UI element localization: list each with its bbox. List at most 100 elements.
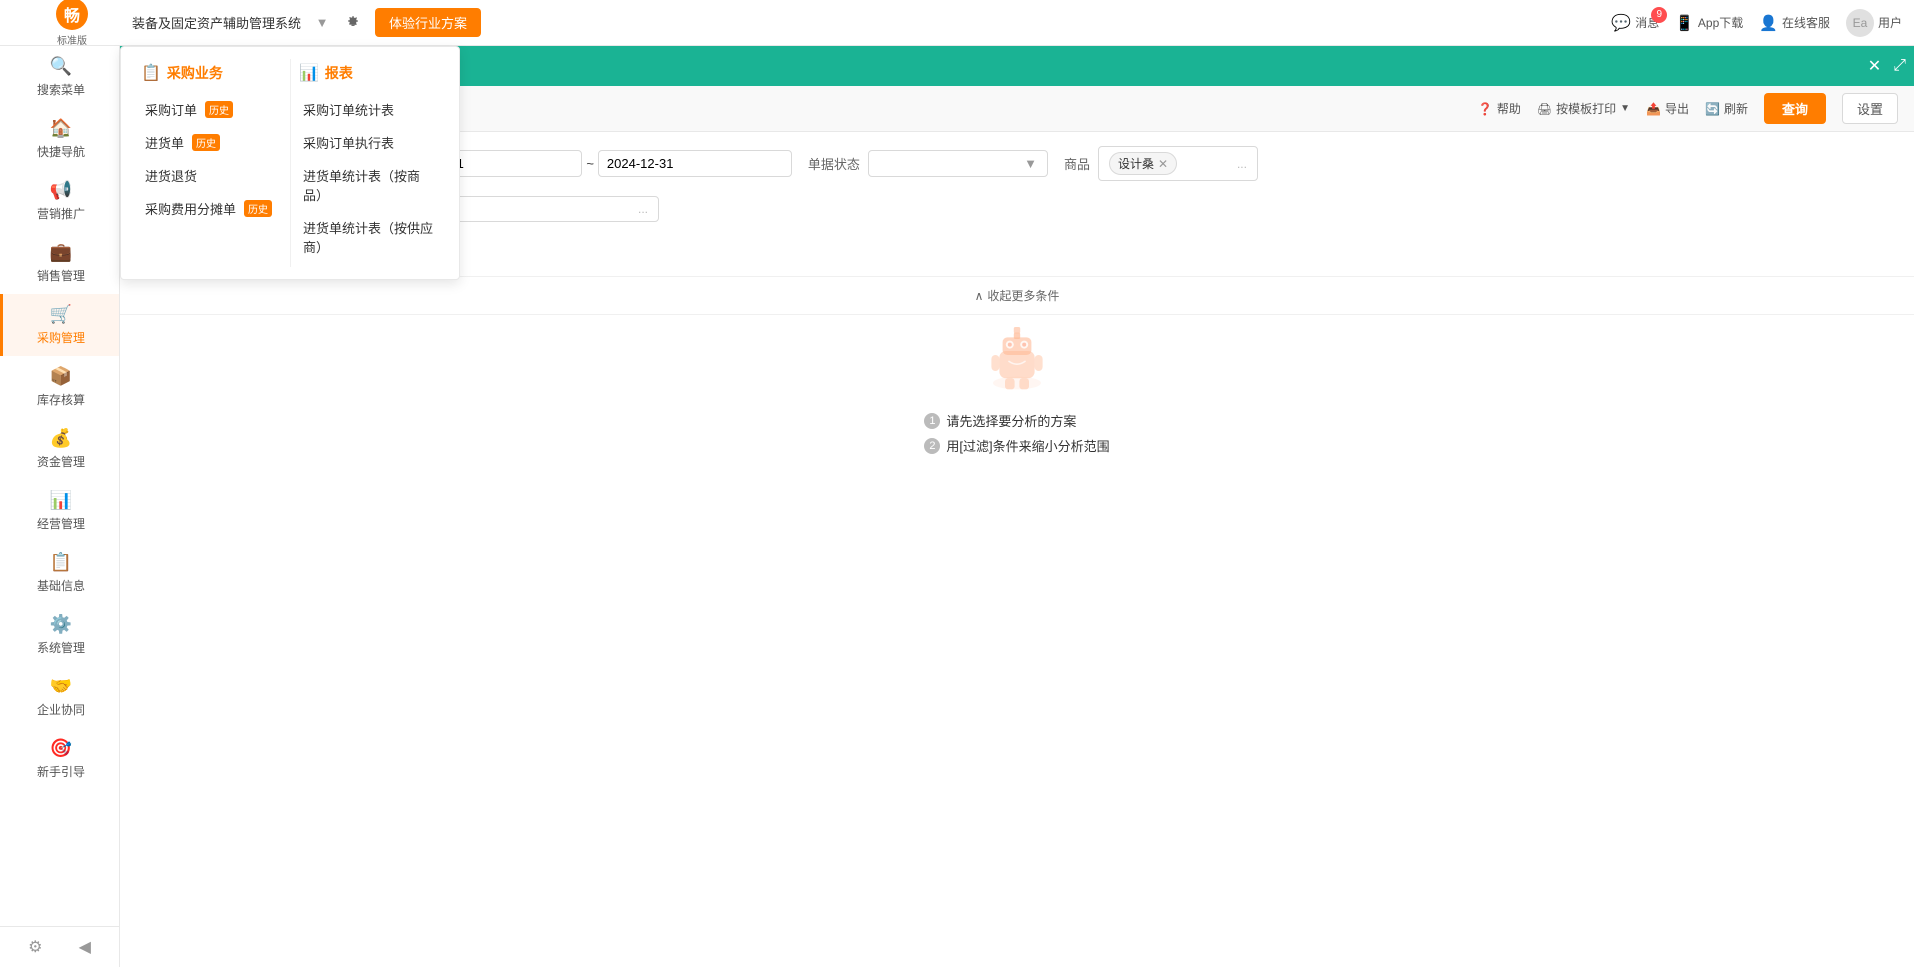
refresh-label: 刷新 (1724, 100, 1748, 117)
user-btn[interactable]: Ea 用户 (1846, 9, 1902, 37)
sidebar-item-inventory[interactable]: 📦 库存核算 (0, 356, 119, 418)
history-badge-incoming: 历史 (192, 134, 220, 151)
voucher-status-label: 单据状态 (808, 154, 860, 173)
sidebar-item-system[interactable]: ⚙️ 系统管理 (0, 604, 119, 666)
sidebar-item-quick-nav[interactable]: 🏠 快捷导航 (0, 108, 119, 170)
system-icon: ⚙️ (50, 614, 72, 635)
salesperson-input[interactable]: ... (439, 196, 659, 222)
goods-filter: 商品 设计桑 ✕ ... (1064, 146, 1258, 181)
date-sep: ~ (586, 156, 594, 171)
menu-item-inbound-by-goods[interactable]: 进货单统计表（按商品） (299, 159, 439, 211)
tip-text-2: 用[过滤]条件来缩小分析范围 (946, 436, 1109, 455)
sidebar-item-enterprise[interactable]: 🤝 企业协同 (0, 666, 119, 728)
message-badge: 9 (1651, 7, 1667, 23)
salesperson-more[interactable]: ... (638, 202, 648, 216)
app-download-btn[interactable]: 📱 App下载 (1675, 14, 1743, 32)
menu-item-label-po-stats: 采购订单统计表 (303, 100, 394, 119)
sidebar-item-label-enterprise: 企业协同 (37, 701, 85, 718)
empty-state: 1 请先选择要分析的方案 2 用[过滤]条件来缩小分析范围 (120, 315, 1914, 535)
menu-item-po-exec[interactable]: 采购订单执行表 (299, 126, 439, 159)
sidebar-item-label-system: 系统管理 (37, 639, 85, 656)
menu-item-po-stats[interactable]: 采购订单统计表 (299, 93, 439, 126)
refresh-icon: 🔄 (1705, 102, 1720, 116)
guide-icon: 🎯 (50, 738, 72, 759)
logo-char: 畅 (64, 2, 80, 26)
header-right: 💬 9 消息 📱 App下载 👤 在线客服 Ea 用户 (1611, 9, 1902, 37)
sidebar-item-guide[interactable]: 🎯 新手引导 (0, 728, 119, 790)
date-end-input[interactable] (598, 150, 792, 177)
refresh-btn[interactable]: 🔄 刷新 (1705, 100, 1748, 117)
search-icon: 🔍 (50, 56, 72, 77)
collapse-btn[interactable]: ∧ 收起更多条件 (967, 283, 1068, 308)
query-btn[interactable]: 查询 (1764, 93, 1826, 124)
goods-tag-text: 设计桑 (1118, 155, 1154, 172)
logo-area: 畅 标准版 (12, 0, 132, 47)
collapse-label: 收起更多条件 (987, 287, 1059, 304)
settings-btn[interactable]: 设置 (1842, 93, 1898, 124)
voucher-status-select[interactable]: ▼ (868, 150, 1048, 177)
sidebar-item-finance[interactable]: 💰 资金管理 (0, 418, 119, 480)
sidebar-item-label-quick-nav: 快捷导航 (37, 143, 85, 160)
logo-subtitle: 标准版 (57, 32, 87, 47)
help-label: 帮助 (1497, 100, 1521, 117)
sidebar-item-operations[interactable]: 📊 经营管理 (0, 480, 119, 542)
export-btn[interactable]: 📤 导出 (1646, 100, 1689, 117)
goods-label: 商品 (1064, 154, 1090, 173)
menu-item-inbound-by-supplier[interactable]: 进货单统计表（按供应商） (299, 211, 439, 263)
sidebar-item-label-basic-info: 基础信息 (37, 577, 85, 594)
menu-item-incoming[interactable]: 进货单 历史 (141, 126, 282, 159)
help-btn[interactable]: ❓ 帮助 (1478, 100, 1521, 117)
sidebar-item-label-inventory: 库存核算 (37, 391, 85, 408)
voucher-status-filter: 单据状态 ▼ (808, 150, 1048, 177)
sidebar-item-sales[interactable]: 💼 销售管理 (0, 232, 119, 294)
goods-tag-close[interactable]: ✕ (1158, 157, 1168, 171)
tab-bar-close-icon[interactable]: ✕ (1868, 56, 1881, 76)
sidebar-item-label-search: 搜索菜单 (37, 81, 85, 98)
export-label: 导出 (1665, 100, 1689, 117)
sales-icon: 💼 (50, 242, 72, 263)
voucher-status-arrow: ▼ (1024, 156, 1037, 171)
sidebar-collapse-icon[interactable]: ◀ (79, 937, 91, 957)
finance-icon: 💰 (50, 428, 72, 449)
menu-item-label-purchase-order: 采购订单 (145, 100, 197, 119)
app-download-label: App下载 (1698, 14, 1743, 31)
online-service-btn[interactable]: 👤 在线客服 (1759, 14, 1830, 32)
top-header: 畅 标准版 装备及固定资产辅助管理系统 ▼ 体验行业方案 💬 9 消息 📱 Ap… (0, 0, 1914, 46)
sidebar-item-search[interactable]: 🔍 搜索菜单 (0, 46, 119, 108)
menu-item-label-incoming: 进货单 (145, 133, 184, 152)
header-settings-icon[interactable] (339, 9, 367, 37)
report-section-icon: 📊 (299, 63, 319, 83)
goods-tag: 设计桑 ✕ (1109, 152, 1177, 175)
print-label: 按模板打印 (1556, 100, 1616, 117)
sidebar-settings-icon[interactable]: ⚙ (28, 937, 42, 957)
tab-bar-right: ✕ ⤢ (1868, 56, 1906, 76)
empty-tips: 1 请先选择要分析的方案 2 用[过滤]条件来缩小分析范围 (924, 411, 1109, 455)
menu-item-label-inbound-by-supplier: 进货单统计表（按供应商） (303, 218, 435, 256)
system-dropdown-arrow[interactable]: ▼ (313, 14, 331, 32)
goods-input[interactable]: 设计桑 ✕ ... (1098, 146, 1258, 181)
header-center: 装备及固定资产辅助管理系统 ▼ 体验行业方案 (132, 8, 1611, 37)
goods-more[interactable]: ... (1237, 157, 1247, 171)
empty-state-icon (977, 315, 1057, 395)
menu-item-purchase-order[interactable]: 采购订单 历史 (141, 93, 282, 126)
print-btn[interactable]: 🖨 按模板打印 ▼ (1537, 100, 1630, 117)
industry-btn[interactable]: 体验行业方案 (375, 8, 481, 37)
menu-item-label-expense: 采购费用分摊单 (145, 199, 236, 218)
tab-bar-expand-icon[interactable]: ⤢ (1893, 57, 1906, 75)
sidebar-item-label-finance: 资金管理 (37, 453, 85, 470)
message-btn[interactable]: 💬 9 消息 (1611, 13, 1659, 33)
sidebar-item-label-sales: 销售管理 (37, 267, 85, 284)
dropdown-menu: 📋 采购业务 采购订单 历史 进货单 历史 进货退货 采购费用分摊单 历史 📊 … (120, 46, 460, 280)
sidebar-item-marketing[interactable]: 📢 营销推广 (0, 170, 119, 232)
sidebar-item-label-guide: 新手引导 (37, 763, 85, 780)
logo-icon: 畅 (56, 0, 88, 30)
sidebar-item-basic-info[interactable]: 📋 基础信息 (0, 542, 119, 604)
menu-item-label-po-exec: 采购订单执行表 (303, 133, 394, 152)
purchase-section-label: 采购业务 (167, 63, 223, 83)
system-title: 装备及固定资产辅助管理系统 (132, 13, 301, 32)
menu-item-expense[interactable]: 采购费用分摊单 历史 (141, 192, 282, 225)
sidebar-item-purchase[interactable]: 🛒 采购管理 (0, 294, 119, 356)
purchase-section-title: 📋 采购业务 (141, 63, 282, 83)
marketing-icon: 📢 (50, 180, 72, 201)
menu-item-return[interactable]: 进货退货 (141, 159, 282, 192)
